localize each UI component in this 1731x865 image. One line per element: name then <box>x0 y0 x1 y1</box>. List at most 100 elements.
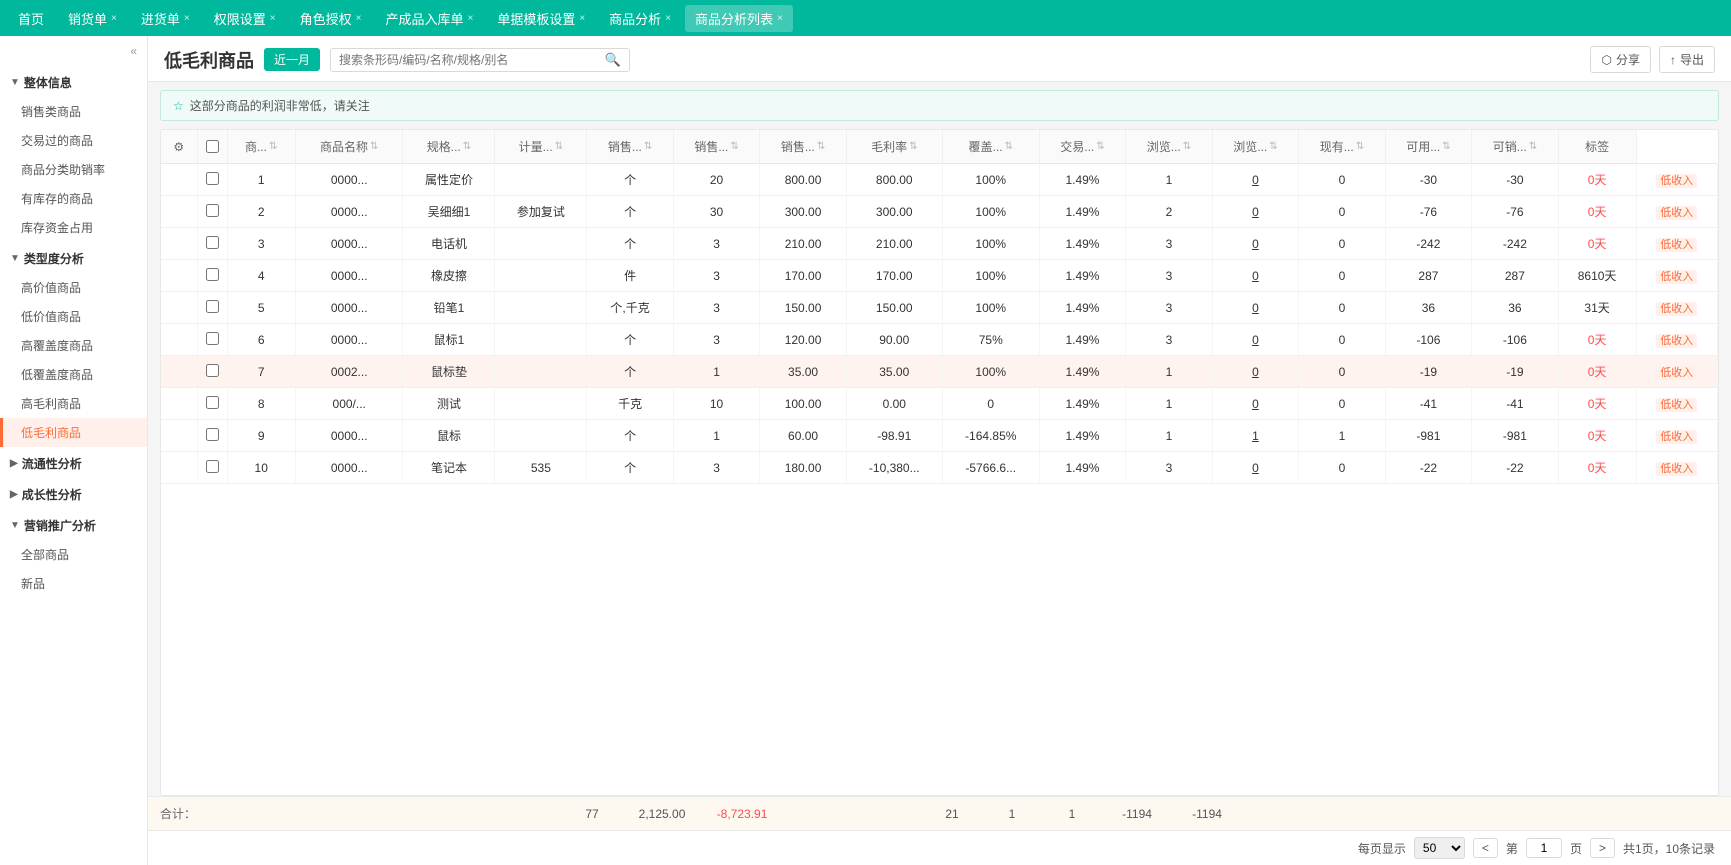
sidebar-item-stock-capital[interactable]: 库存资金占用 <box>0 213 147 242</box>
col-coverage[interactable]: 覆盖...⇅ <box>942 130 1039 164</box>
sidebar-item-sales-products[interactable]: 销售类商品 <box>0 97 147 126</box>
row-browse1[interactable]: 0 <box>1212 388 1298 420</box>
col-sales-amount[interactable]: 销售...⇅ <box>673 130 759 164</box>
sidebar-item-all-products[interactable]: 全部商品 <box>0 540 147 569</box>
nav-purchase-order[interactable]: 进货单 × <box>131 5 200 32</box>
sidebar-collapse-btn[interactable]: « <box>126 40 141 62</box>
sidebar-item-low-value[interactable]: 低价值商品 <box>0 302 147 331</box>
row-select-checkbox[interactable] <box>206 460 219 473</box>
col-unit[interactable]: 计量...⇅ <box>495 130 587 164</box>
select-all-checkbox[interactable] <box>206 140 219 153</box>
col-available[interactable]: 可用...⇅ <box>1385 130 1471 164</box>
row-select-checkbox[interactable] <box>206 364 219 377</box>
sidebar-group-marketing[interactable]: ▼ 营销推广分析 <box>0 509 147 540</box>
sidebar-item-category-sales-rate[interactable]: 商品分类助销率 <box>0 155 147 184</box>
sidebar-group-type-analysis[interactable]: ▼ 类型度分析 <box>0 242 147 273</box>
row-checkbox[interactable] <box>197 388 227 420</box>
sidebar-item-low-margin[interactable]: 低毛利商品 <box>0 418 147 447</box>
col-trade-count[interactable]: 交易...⇅ <box>1039 130 1125 164</box>
col-sales-profit[interactable]: 销售...⇅ <box>760 130 846 164</box>
row-spec <box>495 420 587 452</box>
close-icon[interactable]: × <box>467 13 473 24</box>
row-checkbox[interactable] <box>197 324 227 356</box>
row-checkbox[interactable] <box>197 196 227 228</box>
row-checkbox[interactable] <box>197 356 227 388</box>
row-checkbox[interactable] <box>197 452 227 484</box>
col-browse2[interactable]: 浏览...⇅ <box>1212 130 1298 164</box>
row-browse1[interactable]: 0 <box>1212 228 1298 260</box>
row-browse1[interactable]: 1 <box>1212 420 1298 452</box>
col-browse1[interactable]: 浏览...⇅ <box>1126 130 1212 164</box>
row-select-checkbox[interactable] <box>206 300 219 313</box>
close-icon[interactable]: × <box>270 13 276 24</box>
col-spec[interactable]: 规格...⇅ <box>403 130 495 164</box>
row-browse1[interactable]: 0 <box>1212 324 1298 356</box>
row-select-checkbox[interactable] <box>206 428 219 441</box>
row-browse1[interactable]: 0 <box>1212 292 1298 324</box>
col-gross-margin[interactable]: 毛利率⇅ <box>846 130 942 164</box>
nav-product-analysis[interactable]: 商品分析 × <box>599 5 681 32</box>
close-icon[interactable]: × <box>184 13 190 24</box>
close-icon[interactable]: × <box>356 13 362 24</box>
row-browse1[interactable]: 0 <box>1212 452 1298 484</box>
share-button[interactable]: ⬡ 分享 <box>1590 46 1651 73</box>
time-filter-button[interactable]: 近一月 <box>264 48 320 71</box>
nav-product-analysis-list[interactable]: 商品分析列表 × <box>685 5 793 32</box>
sidebar-group-liquidity[interactable]: ▶ 流通性分析 <box>0 447 147 478</box>
row-checkbox[interactable] <box>197 260 227 292</box>
col-name[interactable]: 商品名称⇅ <box>295 130 403 164</box>
close-icon[interactable]: × <box>777 13 783 24</box>
sidebar-item-high-margin[interactable]: 高毛利商品 <box>0 389 147 418</box>
search-input[interactable] <box>339 53 601 67</box>
row-browse1[interactable]: 0 <box>1212 356 1298 388</box>
col-settings[interactable]: ⚙ <box>161 130 197 164</box>
row-code: 0000... <box>295 324 403 356</box>
per-page-select[interactable]: 50 100 200 <box>1414 837 1465 859</box>
export-button[interactable]: ↑ 导出 <box>1659 46 1715 73</box>
nav-permission-settings[interactable]: 权限设置 × <box>204 5 286 32</box>
row-select-checkbox[interactable] <box>206 332 219 345</box>
sidebar-item-high-value[interactable]: 高价值商品 <box>0 273 147 302</box>
next-page-button[interactable]: > <box>1590 838 1615 858</box>
close-icon[interactable]: × <box>111 13 117 24</box>
row-browse1[interactable]: 0 <box>1212 196 1298 228</box>
nav-role-auth[interactable]: 角色授权 × <box>290 5 372 32</box>
close-icon[interactable]: × <box>665 13 671 24</box>
sidebar-item-traded-products[interactable]: 交易过的商品 <box>0 126 147 155</box>
row-sales-amount: 800.00 <box>760 164 846 196</box>
sidebar-group-growth[interactable]: ▶ 成长性分析 <box>0 478 147 509</box>
row-select-checkbox[interactable] <box>206 236 219 249</box>
nav-sales-order[interactable]: 销货单 × <box>58 5 127 32</box>
sidebar-group-overall[interactable]: ▼ 整体信息 <box>0 66 147 97</box>
row-checkbox[interactable] <box>197 420 227 452</box>
sidebar-item-high-coverage[interactable]: 高覆盖度商品 <box>0 331 147 360</box>
row-select-checkbox[interactable] <box>206 268 219 281</box>
sidebar-item-in-stock[interactable]: 有库存的商品 <box>0 184 147 213</box>
nav-home[interactable]: 首页 <box>8 5 54 32</box>
row-browse1[interactable]: 0 <box>1212 260 1298 292</box>
row-checkbox[interactable] <box>197 292 227 324</box>
page-number-input[interactable] <box>1526 838 1562 858</box>
row-current-stock: -22 <box>1385 452 1471 484</box>
row-checkbox[interactable] <box>197 164 227 196</box>
col-code[interactable]: 商...⇅ <box>227 130 295 164</box>
prev-page-button[interactable]: < <box>1473 838 1498 858</box>
close-icon[interactable]: × <box>579 13 585 24</box>
nav-finished-goods[interactable]: 产成品入库单 × <box>375 5 483 32</box>
search-box: 🔍 <box>330 48 630 72</box>
row-select-checkbox[interactable] <box>206 204 219 217</box>
col-checkbox[interactable] <box>197 130 227 164</box>
row-select-checkbox[interactable] <box>206 172 219 185</box>
row-sales-profit: 210.00 <box>846 228 942 260</box>
sidebar-item-low-coverage[interactable]: 低覆盖度商品 <box>0 360 147 389</box>
col-saleable[interactable]: 可销...⇅ <box>1472 130 1558 164</box>
row-saleable: 0天 <box>1558 164 1636 196</box>
nav-template-settings[interactable]: 单据模板设置 × <box>487 5 595 32</box>
col-tag[interactable]: 标签 <box>1558 130 1636 164</box>
sidebar-item-new-products[interactable]: 新品 <box>0 569 147 598</box>
row-browse1[interactable]: 0 <box>1212 164 1298 196</box>
col-sales-qty[interactable]: 销售...⇅ <box>587 130 673 164</box>
row-checkbox[interactable] <box>197 228 227 260</box>
col-current-stock[interactable]: 现有...⇅ <box>1299 130 1385 164</box>
row-select-checkbox[interactable] <box>206 396 219 409</box>
